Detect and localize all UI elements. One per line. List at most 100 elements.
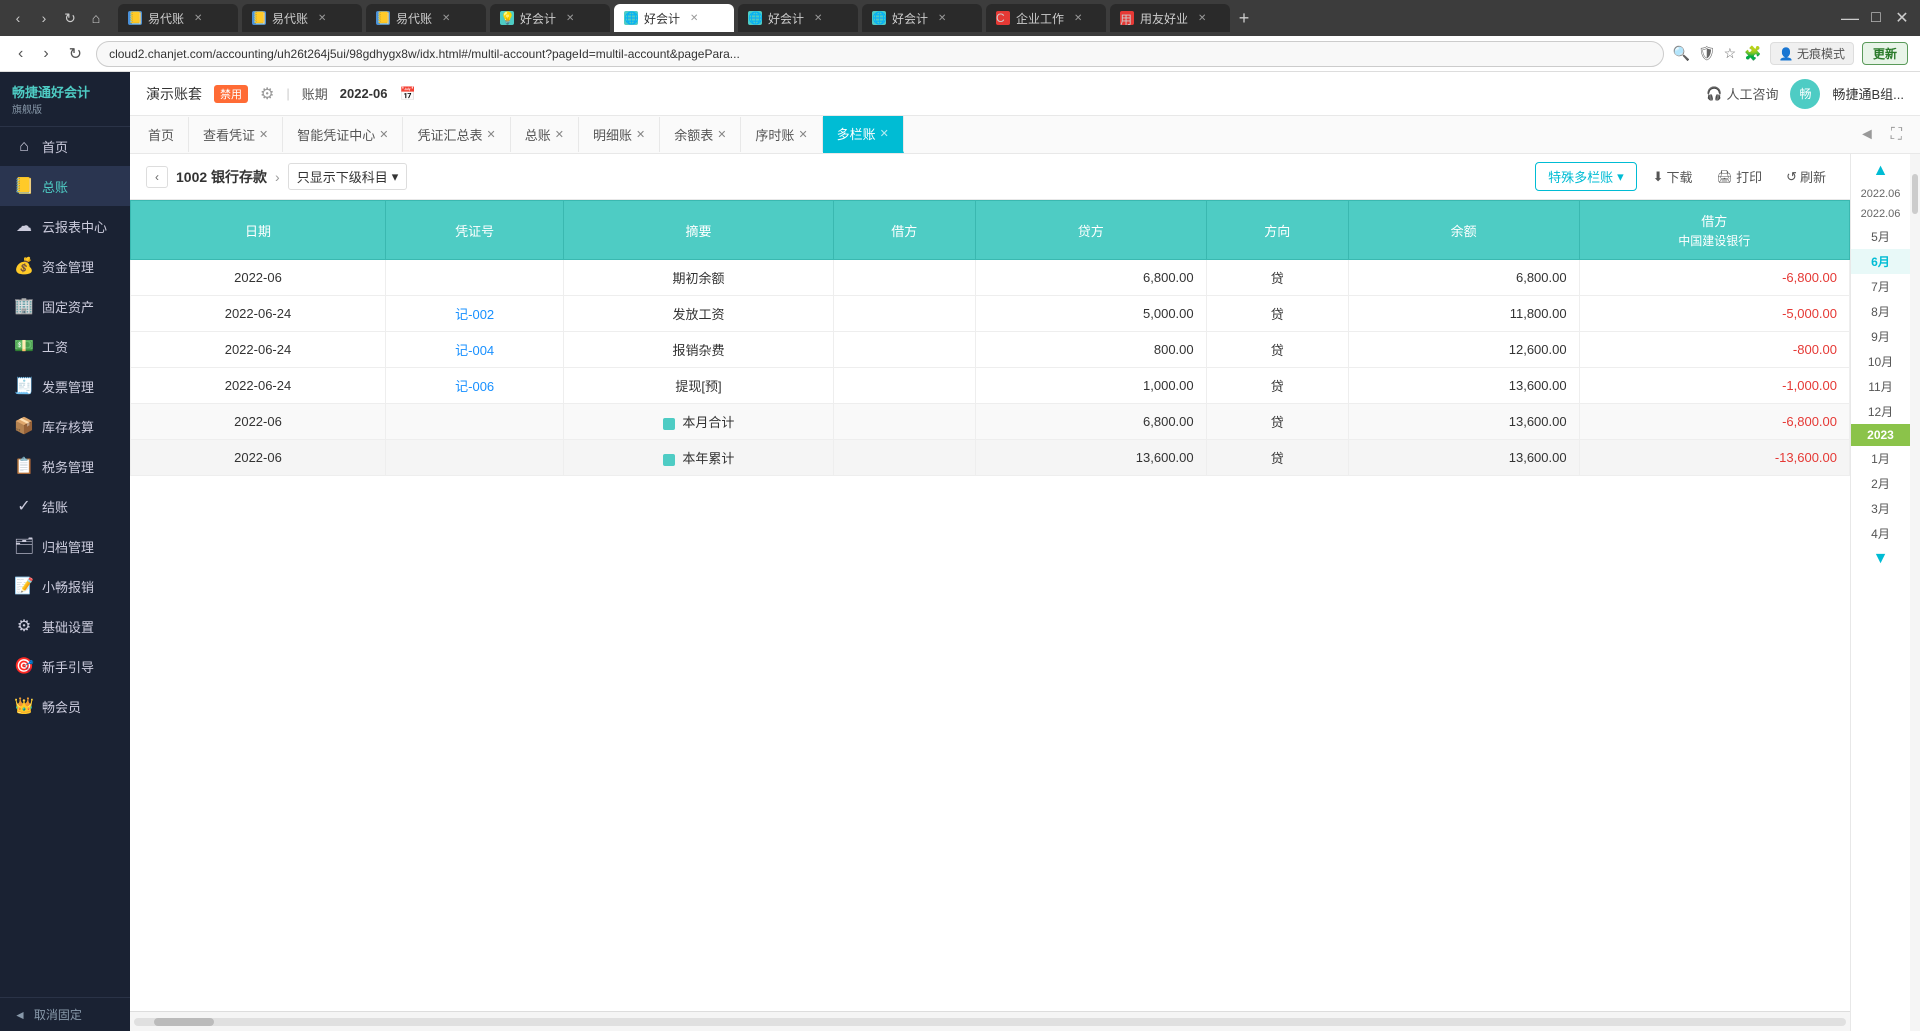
browser-tab-7[interactable]: 🌐 好会计 ✕ — [862, 4, 982, 32]
right-panel-month-4-2023[interactable]: 4月 — [1851, 521, 1910, 546]
right-panel-month-7[interactable]: 7月 — [1851, 274, 1910, 299]
sidebar-item-close[interactable]: ✓ 结账 — [0, 486, 130, 526]
right-panel-month-6[interactable]: 6月 — [1851, 249, 1910, 274]
right-panel-year-2022-1[interactable]: 2022.06 — [1851, 184, 1910, 204]
refresh-button[interactable]: ↺ 刷新 — [1778, 163, 1834, 190]
forward-button[interactable]: › — [34, 8, 54, 28]
sidebar-item-inventory[interactable]: 📦 库存核算 — [0, 406, 130, 446]
tab-close-8[interactable]: ✕ — [1074, 13, 1082, 24]
search-icon[interactable]: 🔍 — [1672, 45, 1689, 62]
tab-close-1[interactable]: ✕ — [194, 13, 202, 24]
user-avatar[interactable]: 畅 — [1790, 79, 1820, 109]
tab-home[interactable]: 首页 — [134, 117, 189, 152]
browser-tab-2[interactable]: 📒 易代账 ✕ — [242, 4, 362, 32]
account-badge[interactable]: 禁用 — [214, 85, 248, 103]
tab-general-ledger[interactable]: 总账 ✕ — [511, 117, 579, 152]
update-button[interactable]: 更新 — [1862, 42, 1908, 65]
shield-icon[interactable]: 🛡 — [1698, 45, 1716, 62]
right-panel-month-9[interactable]: 9月 — [1851, 324, 1910, 349]
url-input[interactable] — [96, 41, 1664, 67]
scrollbar-thumb[interactable] — [1912, 174, 1918, 214]
home-button[interactable]: ⌂ — [86, 8, 106, 28]
browser-window-controls[interactable]: ‹ › ↻ ⌂ — [8, 8, 106, 28]
tab-close-multi-col[interactable]: ✕ — [880, 127, 889, 140]
tab-balance[interactable]: 余额表 ✕ — [660, 117, 741, 152]
unpin-button[interactable]: ◄ 取消固定 — [0, 998, 130, 1031]
tab-close-detail-ledger[interactable]: ✕ — [636, 128, 645, 141]
forward-nav-button[interactable]: › — [37, 43, 54, 65]
wuhen-mode-button[interactable]: 👤 无痕模式 — [1770, 42, 1854, 65]
scroll-track[interactable] — [134, 1018, 1846, 1026]
star-icon[interactable]: ☆ — [1724, 45, 1737, 62]
expand-tab-button[interactable]: ⛶ — [1885, 124, 1908, 146]
tab-close-sequence[interactable]: ✕ — [798, 128, 807, 141]
sidebar-scrollbar[interactable] — [1910, 154, 1920, 1031]
tab-close-7[interactable]: ✕ — [938, 13, 946, 24]
sidebar-item-assets[interactable]: 🏢 固定资产 — [0, 286, 130, 326]
scroll-down-arrow[interactable]: ▼ — [1869, 546, 1893, 572]
ledger-table-container[interactable]: 日期 凭证号 摘要 借方 贷方 方向 余额 借方 中国建 — [130, 200, 1850, 1011]
extension-icon[interactable]: 🧩 — [1744, 45, 1761, 62]
right-panel-month-5[interactable]: 5月 — [1851, 224, 1910, 249]
minimize-button[interactable]: — — [1840, 8, 1860, 28]
sidebar-item-finance[interactable]: 💰 资金管理 — [0, 246, 130, 286]
calendar-icon[interactable]: 📅 — [399, 86, 415, 102]
scroll-thumb[interactable] — [154, 1018, 214, 1026]
browser-tab-4[interactable]: 💡 好会计 ✕ — [490, 4, 610, 32]
tab-close-2[interactable]: ✕ — [318, 13, 326, 24]
sidebar-item-archive[interactable]: 🗂 归档管理 — [0, 526, 130, 566]
browser-tab-5[interactable]: 🌐 好会计 ✕ — [614, 4, 734, 32]
cell-voucher-3[interactable]: 记-006 — [385, 368, 563, 404]
prev-account-button[interactable]: ‹ — [146, 166, 168, 188]
sidebar-item-salary[interactable]: 💵 工资 — [0, 326, 130, 366]
tab-voucher-summary[interactable]: 凭证汇总表 ✕ — [403, 117, 510, 152]
tab-close-3[interactable]: ✕ — [442, 13, 450, 24]
right-panel-month-3-2023[interactable]: 3月 — [1851, 496, 1910, 521]
tab-close-balance[interactable]: ✕ — [717, 128, 726, 141]
back-button[interactable]: ‹ — [8, 8, 28, 28]
tab-close-general-ledger[interactable]: ✕ — [555, 128, 564, 141]
tab-view-voucher[interactable]: 查看凭证 ✕ — [189, 117, 283, 152]
print-button[interactable]: 🖨 打印 — [1709, 163, 1771, 190]
right-panel-month-10[interactable]: 10月 — [1851, 349, 1910, 374]
tab-smart-voucher[interactable]: 智能凭证中心 ✕ — [283, 117, 403, 152]
tab-close-voucher-summary[interactable]: ✕ — [487, 128, 496, 141]
back-nav-button[interactable]: ‹ — [12, 43, 29, 65]
horizontal-scrollbar[interactable] — [130, 1011, 1850, 1031]
sidebar-item-member[interactable]: 👑 畅会员 — [0, 686, 130, 726]
close-window-button[interactable]: ✕ — [1892, 8, 1912, 28]
tab-close-view-voucher[interactable]: ✕ — [259, 128, 268, 141]
multi-col-button[interactable]: 特殊多栏账 ▾ — [1535, 162, 1637, 191]
sidebar-item-tax[interactable]: 📋 税务管理 — [0, 446, 130, 486]
sidebar-item-report[interactable]: ☁ 云报表中心 — [0, 206, 130, 246]
browser-tab-6[interactable]: 🌐 好会计 ✕ — [738, 4, 858, 32]
browser-tab-9[interactable]: 用 用友好业 ✕ — [1110, 4, 1230, 32]
next-account-icon[interactable]: › — [275, 169, 280, 185]
browser-tab-3[interactable]: 📒 易代账 ✕ — [366, 4, 486, 32]
tab-sequence[interactable]: 序时账 ✕ — [741, 117, 822, 152]
tab-detail-ledger[interactable]: 明细账 ✕ — [579, 117, 660, 152]
right-panel-year-2023[interactable]: 2023 — [1851, 424, 1910, 446]
sidebar-item-guide[interactable]: 🎯 新手引导 — [0, 646, 130, 686]
cell-voucher-2[interactable]: 记-004 — [385, 332, 563, 368]
right-panel-month-8[interactable]: 8月 — [1851, 299, 1910, 324]
browser-tab-8[interactable]: C 企业工作 ✕ — [986, 4, 1106, 32]
tab-multi-col[interactable]: 多栏账 ✕ — [823, 116, 904, 153]
tab-close-smart-voucher[interactable]: ✕ — [379, 128, 388, 141]
scroll-up-arrow[interactable]: ▲ — [1869, 158, 1893, 184]
settings-gear-icon[interactable]: ⚙ — [260, 84, 274, 104]
tab-close-9[interactable]: ✕ — [1198, 13, 1206, 24]
username[interactable]: 畅捷通B组... — [1832, 84, 1904, 103]
reload-nav-button[interactable]: ↻ — [63, 42, 88, 66]
cell-voucher-1[interactable]: 记-002 — [385, 296, 563, 332]
right-panel-month-11[interactable]: 11月 — [1851, 374, 1910, 399]
sidebar-item-expense[interactable]: 📝 小畅报销 — [0, 566, 130, 606]
sidebar-item-settings[interactable]: ⚙ 基础设置 — [0, 606, 130, 646]
service-button[interactable]: 🎧 人工咨询 — [1706, 84, 1778, 103]
new-tab-button[interactable]: + — [1234, 8, 1254, 28]
collapse-tab-button[interactable]: ◄ — [1853, 124, 1881, 146]
right-panel-year-2022-2[interactable]: 2022.06 — [1851, 204, 1910, 224]
right-panel-month-12[interactable]: 12月 — [1851, 399, 1910, 424]
browser-tab-1[interactable]: 📒 易代账 ✕ — [118, 4, 238, 32]
filter-select[interactable]: 只显示下级科目 ▾ — [288, 163, 408, 190]
